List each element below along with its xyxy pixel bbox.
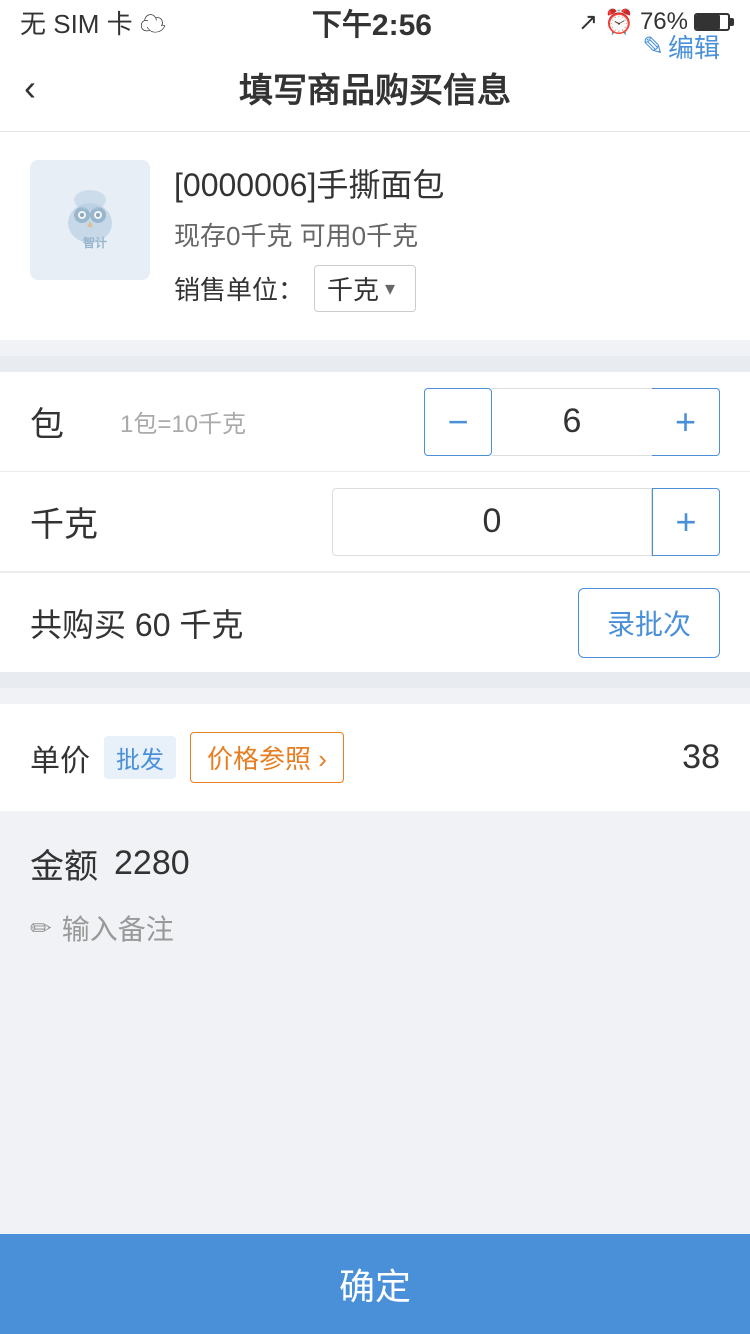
- batch-button[interactable]: 录批次: [578, 588, 720, 658]
- remark-row[interactable]: ✏ 输入备注: [30, 908, 720, 948]
- svg-text:智计: 智计: [82, 235, 107, 250]
- amount-value: 2280: [114, 844, 190, 883]
- edit-button[interactable]: ✎ 编辑: [642, 28, 720, 65]
- bao-input-row: 包 1包=10千克 − +: [0, 372, 750, 472]
- price-row: 单价 批发 价格参照 › 38: [30, 732, 720, 783]
- kg-quantity-control: +: [332, 488, 720, 556]
- price-reference-button[interactable]: 价格参照 ›: [190, 732, 344, 783]
- status-carrier: 无 SIM 卡 ☁: [20, 4, 166, 41]
- bao-quantity-control: − +: [424, 388, 720, 456]
- confirm-button[interactable]: 确定: [0, 1234, 750, 1334]
- product-card: 智计 [0000006]手撕面包 现存0千克 可用0千克 销售单位： 千克 ▾ …: [0, 132, 750, 340]
- product-logo: 智计: [55, 185, 125, 255]
- status-bar: 无 SIM 卡 ☁ 下午2:56 ↗ ⏰ 76%: [0, 0, 750, 44]
- status-time: 下午2:56: [312, 0, 432, 44]
- price-section: 单价 批发 价格参照 › 38: [0, 704, 750, 811]
- product-info: [0000006]手撕面包 现存0千克 可用0千克 销售单位： 千克 ▾: [174, 160, 720, 312]
- navigation-icon: ↗: [578, 8, 598, 37]
- kg-label: 千克: [30, 497, 110, 546]
- bao-hint: 1包=10千克: [120, 404, 424, 439]
- main-content-area: [0, 968, 750, 1234]
- dropdown-arrow-icon: ▾: [385, 276, 395, 301]
- bao-plus-button[interactable]: +: [652, 388, 720, 456]
- remark-placeholder: 输入备注: [62, 908, 174, 948]
- amount-label: 金额: [30, 839, 98, 888]
- unit-value: 千克: [327, 270, 379, 307]
- amount-row: 金额 2280: [30, 839, 720, 888]
- pencil-icon: ✏: [30, 913, 52, 944]
- kg-quantity-input[interactable]: [332, 488, 652, 556]
- edit-icon: ✎: [642, 31, 664, 62]
- unit-selector[interactable]: 千克 ▾: [314, 265, 416, 312]
- unit-label: 销售单位：: [174, 270, 304, 307]
- product-stock: 现存0千克 可用0千克: [174, 216, 720, 253]
- bao-quantity-input[interactable]: [492, 388, 652, 456]
- section-divider-1: [0, 356, 750, 372]
- amount-section: 金额 2280 ✏ 输入备注: [0, 811, 750, 968]
- product-name: [0000006]手撕面包: [174, 160, 720, 206]
- price-value: 38: [682, 738, 720, 777]
- back-button[interactable]: ‹: [24, 67, 36, 109]
- bao-minus-button[interactable]: −: [424, 388, 492, 456]
- price-label: 单价: [30, 736, 90, 780]
- product-image: 智计: [30, 160, 150, 280]
- kg-input-row: 千克 +: [0, 472, 750, 572]
- input-section: 包 1包=10千克 − + 千克 +: [0, 372, 750, 572]
- bao-label: 包: [30, 397, 110, 446]
- product-unit-row: 销售单位： 千克 ▾: [174, 265, 720, 312]
- section-divider-2: [0, 672, 750, 688]
- summary-row: 共购买 60 千克 录批次: [0, 572, 750, 672]
- nav-bar: ‹ 填写商品购买信息: [0, 44, 750, 132]
- alarm-icon: ⏰: [604, 8, 634, 37]
- page-title: 填写商品购买信息: [239, 63, 511, 112]
- price-type-tag: 批发: [104, 736, 176, 779]
- kg-plus-button[interactable]: +: [652, 488, 720, 556]
- purchase-summary: 共购买 60 千克: [30, 600, 243, 646]
